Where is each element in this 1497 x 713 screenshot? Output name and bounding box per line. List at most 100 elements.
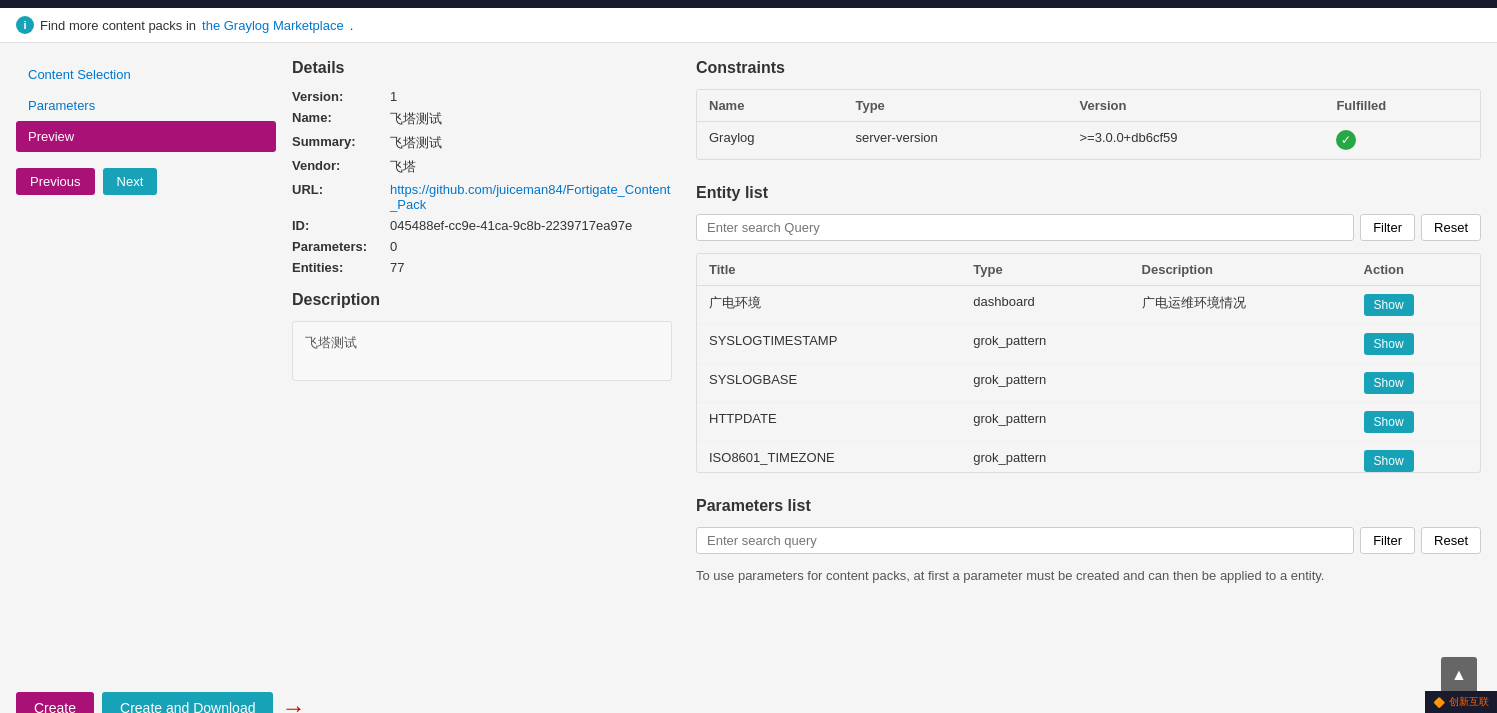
entity-show-button[interactable]: Show (1364, 372, 1414, 394)
entity-action-cell: Show (1352, 325, 1480, 364)
entity-type: grok_pattern (961, 442, 1129, 474)
marketplace-suffix: . (350, 18, 354, 33)
constraint-type: server-version (843, 122, 1067, 159)
params-filter-button[interactable]: Filter (1360, 527, 1415, 554)
detail-url: URL: https://github.com/juiceman84/Forti… (292, 182, 672, 212)
detail-parameters: Parameters: 0 (292, 239, 672, 254)
marketplace-text: Find more content packs in (40, 18, 196, 33)
entity-table-row: HTTPDATE grok_pattern Show (697, 403, 1480, 442)
bottom-buttons: Create Create and Download → (0, 676, 1497, 713)
details-panel: Details Version: 1 Name: 飞塔测试 Summary: 飞… (292, 59, 672, 660)
content-area: Details Version: 1 Name: 飞塔测试 Summary: 飞… (292, 59, 1481, 660)
entity-type: grok_pattern (961, 325, 1129, 364)
entity-description: 广电运维环境情况 (1130, 286, 1352, 325)
sidebar-item-preview[interactable]: Preview (16, 121, 276, 152)
entity-title: HTTPDATE (697, 403, 961, 442)
constraint-fulfilled: ✓ (1324, 122, 1480, 159)
right-panel: Constraints Name Type Version Fulfilled (696, 59, 1481, 660)
entity-title: SYSLOGTIMESTAMP (697, 325, 961, 364)
previous-button[interactable]: Previous (16, 168, 95, 195)
entity-title: SYSLOGBASE (697, 364, 961, 403)
entity-action-cell: Show (1352, 403, 1480, 442)
constraints-section: Constraints Name Type Version Fulfilled (696, 59, 1481, 160)
entity-table-row: SYSLOGBASE grok_pattern Show (697, 364, 1480, 403)
url-link[interactable]: https://github.com/juiceman84/Fortigate_… (390, 182, 670, 212)
watermark-text: 创新互联 (1449, 695, 1489, 709)
params-search-bar: Filter Reset (696, 527, 1481, 554)
entity-action-cell: Show (1352, 442, 1480, 474)
entity-type: grok_pattern (961, 364, 1129, 403)
col-name: Name (697, 90, 843, 122)
params-section: Parameters list Filter Reset To use para… (696, 497, 1481, 586)
entity-description (1130, 403, 1352, 442)
entity-table: Title Type Description Action 广电环境 dashb… (697, 254, 1480, 473)
entity-type: grok_pattern (961, 403, 1129, 442)
entity-show-button[interactable]: Show (1364, 294, 1414, 316)
detail-entities: Entities: 77 (292, 260, 672, 275)
params-reset-button[interactable]: Reset (1421, 527, 1481, 554)
detail-summary: Summary: 飞塔测试 (292, 134, 672, 152)
sidebar-nav-buttons: Previous Next (16, 168, 276, 195)
col-fulfilled: Fulfilled (1324, 90, 1480, 122)
entity-show-button[interactable]: Show (1364, 450, 1414, 472)
constraints-table: Name Type Version Fulfilled Graylog serv… (697, 90, 1480, 159)
entity-search-input[interactable] (696, 214, 1354, 241)
entity-table-row: ISO8601_TIMEZONE grok_pattern Show (697, 442, 1480, 474)
entity-action-cell: Show (1352, 286, 1480, 325)
params-info-text: To use parameters for content packs, at … (696, 566, 1481, 586)
entity-list-section: Entity list Filter Reset Title Type Desc… (696, 184, 1481, 473)
entity-col-description: Description (1130, 254, 1352, 286)
arrow-indicator: → (281, 694, 305, 713)
create-download-button[interactable]: Create and Download (102, 692, 273, 713)
main-layout: Content Selection Parameters Preview Pre… (0, 43, 1497, 676)
scroll-to-top-button[interactable]: ▲ (1441, 657, 1477, 693)
params-search-input[interactable] (696, 527, 1354, 554)
entity-table-row: 广电环境 dashboard 广电运维环境情况 Show (697, 286, 1480, 325)
entity-type: dashboard (961, 286, 1129, 325)
detail-id: ID: 045488ef-cc9e-41ca-9c8b-2239717ea97e (292, 218, 672, 233)
marketplace-link[interactable]: the Graylog Marketplace (202, 18, 344, 33)
marketplace-bar: i Find more content packs in the Graylog… (0, 8, 1497, 43)
sidebar-item-content-selection[interactable]: Content Selection (16, 59, 276, 90)
constraint-name: Graylog (697, 122, 843, 159)
detail-version: Version: 1 (292, 89, 672, 104)
entity-description (1130, 364, 1352, 403)
entity-search-bar: Filter Reset (696, 214, 1481, 241)
entity-description (1130, 325, 1352, 364)
constraints-table-container: Name Type Version Fulfilled Graylog serv… (696, 89, 1481, 160)
entity-action-cell: Show (1352, 364, 1480, 403)
description-title: Description (292, 291, 672, 309)
sidebar-item-parameters[interactable]: Parameters (16, 90, 276, 121)
entity-filter-button[interactable]: Filter (1360, 214, 1415, 241)
entity-col-action: Action (1352, 254, 1480, 286)
description-box: 飞塔测试 (292, 321, 672, 381)
entity-table-row: SYSLOGTIMESTAMP grok_pattern Show (697, 325, 1480, 364)
watermark: 🔶 创新互联 (1425, 691, 1497, 713)
entity-table-wrapper: Title Type Description Action 广电环境 dashb… (696, 253, 1481, 473)
detail-vendor: Vendor: 飞塔 (292, 158, 672, 176)
entity-reset-button[interactable]: Reset (1421, 214, 1481, 241)
top-bar (0, 0, 1497, 8)
entity-list-title: Entity list (696, 184, 1481, 202)
entity-show-button[interactable]: Show (1364, 333, 1414, 355)
params-title: Parameters list (696, 497, 1481, 515)
next-button[interactable]: Next (103, 168, 158, 195)
table-row: Graylog server-version >=3.0.0+db6cf59 ✓ (697, 122, 1480, 159)
fulfilled-checkmark-icon: ✓ (1336, 130, 1356, 150)
constraints-title: Constraints (696, 59, 1481, 77)
col-type: Type (843, 90, 1067, 122)
entity-title: 广电环境 (697, 286, 961, 325)
entity-col-title: Title (697, 254, 961, 286)
entity-show-button[interactable]: Show (1364, 411, 1414, 433)
details-title: Details (292, 59, 672, 77)
entity-title: ISO8601_TIMEZONE (697, 442, 961, 474)
entity-col-type: Type (961, 254, 1129, 286)
constraint-version: >=3.0.0+db6cf59 (1068, 122, 1325, 159)
detail-name: Name: 飞塔测试 (292, 110, 672, 128)
info-icon: i (16, 16, 34, 34)
create-button[interactable]: Create (16, 692, 94, 713)
entity-description (1130, 442, 1352, 474)
watermark-icon: 🔶 (1433, 697, 1445, 708)
sidebar: Content Selection Parameters Preview Pre… (16, 59, 276, 660)
col-version: Version (1068, 90, 1325, 122)
